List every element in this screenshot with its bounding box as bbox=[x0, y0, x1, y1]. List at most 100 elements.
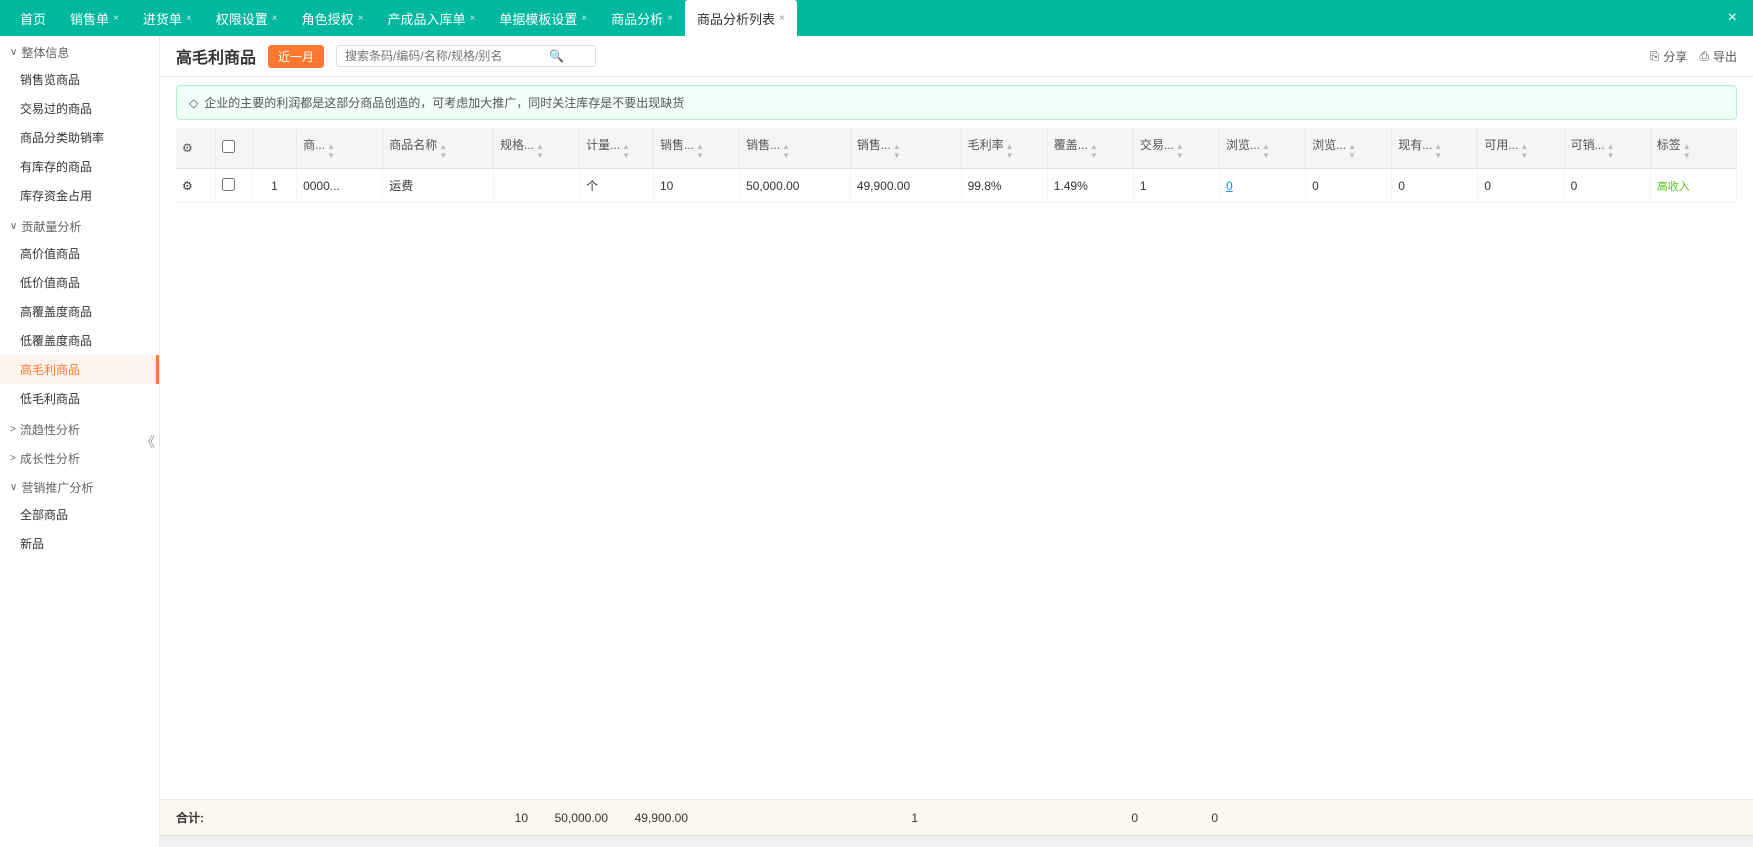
nav-close-icon[interactable]: × bbox=[186, 13, 192, 24]
date-filter-button[interactable]: 近一月 bbox=[268, 45, 324, 68]
sort-icon[interactable]: ▲▼ bbox=[782, 142, 790, 160]
main-layout: ∨整体信息销售览商品交易过的商品商品分类助销率有库存的商品库存资金占用∨贡献量分… bbox=[0, 36, 1753, 847]
sidebar-item-1-1[interactable]: 低价值商品 bbox=[0, 268, 159, 297]
sidebar-item-4-1[interactable]: 新品 bbox=[0, 529, 159, 558]
nav-label: 首页 bbox=[20, 9, 46, 28]
sidebar-item-1-0[interactable]: 高价值商品 bbox=[0, 239, 159, 268]
sort-icon[interactable]: ▲▼ bbox=[1520, 142, 1528, 160]
export-button[interactable]: ⎙ 导出 bbox=[1699, 48, 1737, 65]
col-header-no[interactable] bbox=[252, 128, 296, 169]
sort-icon[interactable]: ▲▼ bbox=[1348, 142, 1356, 160]
sort-icon[interactable]: ▲▼ bbox=[327, 142, 335, 160]
col-header-spec[interactable]: 规格...▲▼ bbox=[493, 128, 579, 169]
section-label: 成长性分析 bbox=[20, 450, 80, 467]
sidebar-item-1-4[interactable]: 高毛利商品 bbox=[0, 355, 159, 384]
sidebar: ∨整体信息销售览商品交易过的商品商品分类助销率有库存的商品库存资金占用∨贡献量分… bbox=[0, 36, 160, 847]
sidebar-item-0-0[interactable]: 销售览商品 bbox=[0, 65, 159, 94]
window-close-button[interactable]: × bbox=[1720, 9, 1745, 27]
nav-item-6[interactable]: 单据模板设置× bbox=[487, 0, 599, 36]
sidebar-section-0[interactable]: ∨整体信息 bbox=[0, 36, 159, 65]
row-settings-icon[interactable]: ⚙ bbox=[182, 179, 193, 193]
sort-icon[interactable]: ▲▼ bbox=[1176, 142, 1184, 160]
nav-item-5[interactable]: 产成品入库单× bbox=[375, 0, 487, 36]
sidebar-item-1-2[interactable]: 高覆盖度商品 bbox=[0, 297, 159, 326]
col-header-sales_qty[interactable]: 销售...▲▼ bbox=[653, 128, 739, 169]
nav-item-2[interactable]: 进货单× bbox=[131, 0, 204, 36]
nav-item-0[interactable]: 首页 bbox=[8, 0, 58, 36]
col-header-browse1[interactable]: 浏览...▲▼ bbox=[1220, 128, 1306, 169]
nav-label: 商品分析 bbox=[611, 9, 663, 28]
col-header-gross_margin[interactable]: 毛利率▲▼ bbox=[961, 128, 1047, 169]
col-header-settings[interactable]: ⚙ bbox=[176, 128, 215, 169]
chevron-icon: ∨ bbox=[10, 482, 17, 493]
sidebar-section-1[interactable]: ∨贡献量分析 bbox=[0, 210, 159, 239]
sidebar-item-0-2[interactable]: 商品分类助销率 bbox=[0, 123, 159, 152]
col-header-coverage[interactable]: 覆盖...▲▼ bbox=[1047, 128, 1133, 169]
sidebar-item-4-0[interactable]: 全部商品 bbox=[0, 500, 159, 529]
bottom-scrollbar[interactable] bbox=[160, 835, 1753, 847]
nav-close-icon[interactable]: × bbox=[581, 13, 587, 24]
footer-available: 0 bbox=[1144, 811, 1224, 825]
browse-link[interactable]: 0 bbox=[1226, 179, 1233, 193]
page-title: 高毛利商品 bbox=[176, 44, 256, 68]
search-input[interactable] bbox=[345, 49, 545, 63]
sidebar-section-2[interactable]: >流趋性分析 bbox=[0, 413, 159, 442]
sidebar-item-0-3[interactable]: 有库存的商品 bbox=[0, 152, 159, 181]
col-header-browse2[interactable]: 浏览...▲▼ bbox=[1306, 128, 1392, 169]
cell-checkbox bbox=[215, 169, 252, 203]
footer-current-stock: 0 bbox=[1064, 811, 1144, 825]
col-header-sales_profit[interactable]: 销售...▲▼ bbox=[850, 128, 961, 169]
sort-icon[interactable]: ▲▼ bbox=[1434, 142, 1442, 160]
col-header-current_stock[interactable]: 现有...▲▼ bbox=[1392, 128, 1478, 169]
nav-close-icon[interactable]: × bbox=[667, 13, 673, 24]
col-header-code[interactable]: 商...▲▼ bbox=[297, 128, 383, 169]
col-header-tag[interactable]: 标签▲▼ bbox=[1650, 128, 1736, 169]
sort-icon[interactable]: ▲▼ bbox=[622, 142, 630, 160]
search-icon[interactable]: 🔍 bbox=[549, 49, 564, 63]
sort-icon[interactable]: ▲▼ bbox=[893, 142, 901, 160]
col-header-transaction[interactable]: 交易...▲▼ bbox=[1133, 128, 1219, 169]
footer-sales-profit: 49,900.00 bbox=[614, 811, 694, 825]
cell-browse1[interactable]: 0 bbox=[1220, 169, 1306, 203]
col-header-unit[interactable]: 计量...▲▼ bbox=[580, 128, 654, 169]
sidebar-item-0-4[interactable]: 库存资金占用 bbox=[0, 181, 159, 210]
nav-close-icon[interactable]: × bbox=[358, 13, 364, 24]
sidebar-section-4[interactable]: ∨ 营销推广分析 bbox=[0, 471, 159, 500]
share-button[interactable]: ⎘ 分享 bbox=[1650, 48, 1688, 65]
col-header-checkbox[interactable] bbox=[215, 128, 252, 169]
sort-icon[interactable]: ▲▼ bbox=[696, 142, 704, 160]
select-all-checkbox[interactable] bbox=[222, 140, 235, 153]
sidebar-item-1-5[interactable]: 低毛利商品 bbox=[0, 384, 159, 413]
sidebar-item-0-1[interactable]: 交易过的商品 bbox=[0, 94, 159, 123]
cell-code: 0000... bbox=[297, 169, 383, 203]
content-header: 高毛利商品 近一月 🔍 ⎘ 分享 ⎙ 导出 bbox=[160, 36, 1753, 77]
nav-item-7[interactable]: 商品分析 × bbox=[599, 0, 685, 36]
col-header-saleable[interactable]: 可销...▲▼ bbox=[1564, 128, 1650, 169]
section-label: 营销推广分析 bbox=[21, 479, 93, 496]
sort-icon[interactable]: ▲▼ bbox=[1607, 142, 1615, 160]
nav-item-8[interactable]: 商品分析列表× bbox=[685, 0, 797, 36]
col-header-name[interactable]: 商品名称▲▼ bbox=[383, 128, 494, 169]
col-header-sales_amount[interactable]: 销售...▲▼ bbox=[740, 128, 851, 169]
sort-icon[interactable]: ▲▼ bbox=[1683, 142, 1691, 160]
sidebar-collapse-button[interactable]: 《 bbox=[137, 428, 159, 456]
sidebar-section-3[interactable]: >成长性分析 bbox=[0, 442, 159, 471]
row-checkbox[interactable] bbox=[222, 178, 235, 191]
nav-close-icon[interactable]: × bbox=[779, 13, 785, 24]
nav-item-4[interactable]: 角色授权× bbox=[290, 0, 376, 36]
settings-icon[interactable]: ⚙ bbox=[182, 141, 193, 155]
nav-close-icon[interactable]: × bbox=[113, 13, 119, 24]
sort-icon[interactable]: ▲▼ bbox=[1006, 142, 1014, 160]
sort-icon[interactable]: ▲▼ bbox=[439, 142, 447, 160]
nav-close-icon[interactable]: × bbox=[469, 13, 475, 24]
col-header-available[interactable]: 可用...▲▼ bbox=[1478, 128, 1564, 169]
info-icon: ◇ bbox=[189, 96, 198, 110]
sort-icon[interactable]: ▲▼ bbox=[1262, 142, 1270, 160]
nav-item-1[interactable]: 销售单× bbox=[58, 0, 131, 36]
sidebar-item-1-3[interactable]: 低覆盖度商品 bbox=[0, 326, 159, 355]
sort-icon[interactable]: ▲▼ bbox=[1090, 142, 1098, 160]
nav-item-3[interactable]: 权限设置× bbox=[204, 0, 290, 36]
info-text: 企业的主要的利润都是这部分商品创造的，可考虑加大推广，同时关注库存是不要出现缺货 bbox=[204, 94, 684, 111]
nav-close-icon[interactable]: × bbox=[272, 13, 278, 24]
sort-icon[interactable]: ▲▼ bbox=[536, 142, 544, 160]
